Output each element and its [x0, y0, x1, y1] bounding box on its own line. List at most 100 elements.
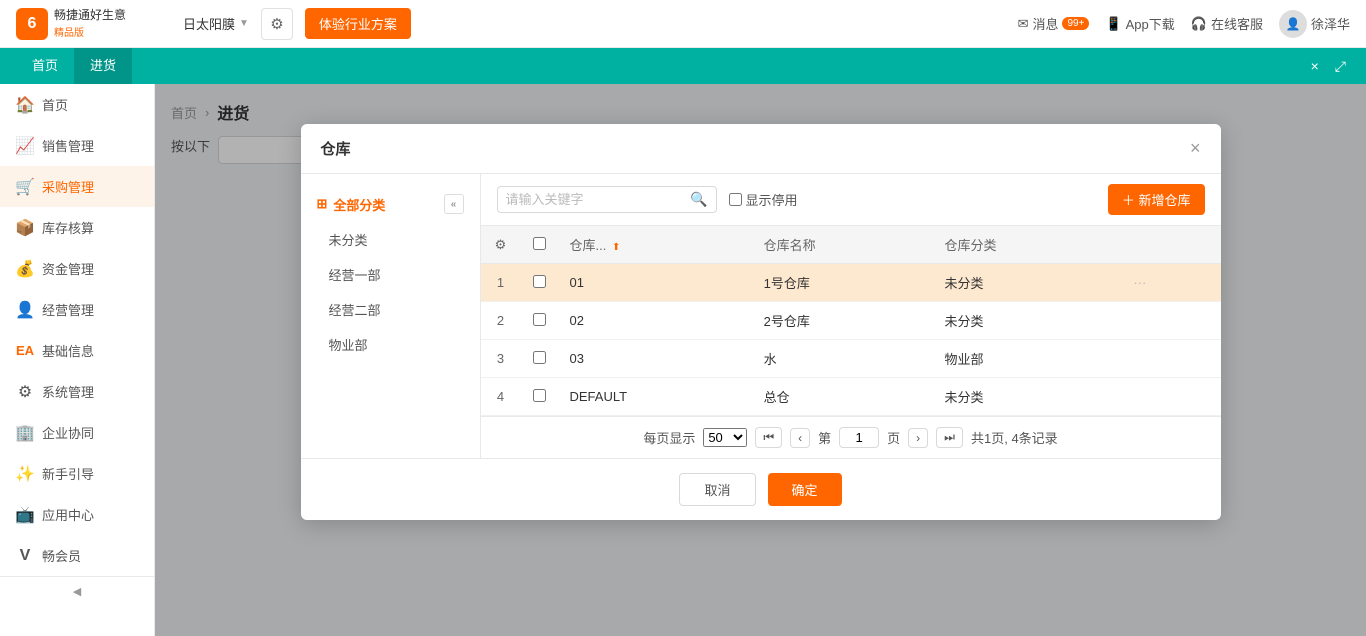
purchase-icon: 🛒 — [16, 178, 34, 196]
grid-icon: ⊞ — [317, 196, 328, 212]
nav-bar: 首页 进货 × ⤢ — [0, 48, 1366, 84]
category-property[interactable]: 物业部 — [301, 327, 480, 362]
first-page-button[interactable]: ⏮ — [755, 427, 782, 448]
per-page-label: 每页显示 — [643, 428, 695, 447]
sidebar-label-member: 畅会员 — [42, 546, 81, 565]
online-service-button[interactable]: 🎧 在线客服 — [1191, 14, 1263, 33]
row-checkbox[interactable] — [533, 351, 546, 364]
search-icon[interactable]: 🔍 — [690, 191, 707, 208]
modal-body: ⊞ 全部分类 « 未分类 经营一部 经营二部 物业部 — [301, 174, 1221, 458]
sidebar-item-enterprise[interactable]: 🏢 企业协同 — [0, 412, 154, 453]
message-badge: 99+ — [1062, 17, 1089, 30]
sidebar-item-guide[interactable]: ✨ 新手引导 — [0, 453, 154, 494]
row-check[interactable] — [521, 340, 558, 378]
modal-toolbar: 🔍 显示停用 ＋ 新增仓库 — [481, 174, 1221, 226]
select-all-checkbox[interactable] — [533, 237, 546, 250]
row-actions: ··· — [1113, 264, 1220, 302]
col-actions — [1113, 226, 1220, 264]
sidebar-label-basic: 基础信息 — [42, 341, 94, 360]
sidebar-item-finance[interactable]: 💰 资金管理 — [0, 248, 154, 289]
pagination: 每页显示 50 10 20 100 ⏮ ‹ 第 页 — [481, 416, 1221, 458]
show-disabled-label: 显示停用 — [746, 190, 798, 209]
cancel-button[interactable]: 取消 — [679, 473, 755, 506]
row-category: 未分类 — [932, 378, 1113, 416]
guide-icon: ✨ — [16, 465, 34, 483]
table-row: 3 03 水 物业部 — [481, 340, 1221, 378]
sidebar-item-purchase[interactable]: 🛒 采购管理 — [0, 166, 154, 207]
app-download-button[interactable]: 📱 App下载 — [1105, 14, 1174, 33]
row-name: 水 — [752, 340, 933, 378]
col-name-label: 仓库名称 — [764, 238, 816, 253]
system-icon: ⚙ — [16, 383, 34, 401]
row-num: 2 — [481, 302, 521, 340]
nav-tab-home[interactable]: 首页 — [16, 48, 74, 84]
all-categories[interactable]: ⊞ 全部分类 « — [301, 186, 480, 222]
category-ops2[interactable]: 经营二部 — [301, 292, 480, 327]
per-page-select[interactable]: 50 10 20 100 — [703, 428, 747, 447]
sidebar-item-operation[interactable]: 👤 经营管理 — [0, 289, 154, 330]
col-gear[interactable]: ⚙ — [481, 226, 521, 264]
nav-tab-purchase[interactable]: 进货 — [74, 48, 132, 84]
headset-icon: 🎧 — [1191, 16, 1207, 32]
show-disabled-checkbox[interactable] — [729, 193, 742, 206]
row-checkbox[interactable] — [533, 389, 546, 402]
modal-close-button[interactable]: × — [1190, 138, 1201, 159]
experience-button[interactable]: 体验行业方案 — [305, 8, 411, 39]
home-icon: 🏠 — [16, 96, 34, 114]
chevron-down-icon: ▼ — [239, 18, 249, 29]
sidebar-label-home: 首页 — [42, 95, 68, 114]
logo-name: 畅捷通好生意 — [54, 8, 126, 24]
main-layout: 🏠 首页 📈 销售管理 🛒 采购管理 📦 库存核算 💰 资金管理 👤 经营管理 … — [0, 84, 1366, 636]
row-code: DEFAULT — [558, 378, 752, 416]
sidebar-item-appcenter[interactable]: 📺 应用中心 — [0, 494, 154, 535]
category-ops1[interactable]: 经营一部 — [301, 257, 480, 292]
sidebar-label-sales: 销售管理 — [42, 136, 94, 155]
settings-icon[interactable]: ⚙ — [261, 8, 293, 40]
next-page-button[interactable]: › — [908, 428, 928, 448]
sidebar-label-operation: 经营管理 — [42, 300, 94, 319]
store-selector[interactable]: 日太阳膜 ▼ — [183, 14, 249, 33]
message-label: 消息 — [1032, 14, 1058, 33]
nav-close-icon[interactable]: × — [1307, 54, 1323, 78]
row-category: 物业部 — [932, 340, 1113, 378]
search-input[interactable] — [506, 192, 685, 207]
app-download-label: App下载 — [1126, 14, 1175, 33]
sidebar-item-member[interactable]: V 畅会员 — [0, 535, 154, 576]
col-check[interactable] — [521, 226, 558, 264]
col-category-label: 仓库分类 — [944, 238, 996, 253]
sidebar-expand-btn[interactable]: ◀ — [0, 576, 154, 606]
last-page-button[interactable]: ⏭ — [936, 427, 963, 448]
sidebar-item-sales[interactable]: 📈 销售管理 — [0, 125, 154, 166]
more-actions-icon[interactable]: ··· — [1133, 275, 1146, 290]
page-input[interactable] — [839, 427, 879, 448]
row-checkbox[interactable] — [533, 313, 546, 326]
row-check[interactable] — [521, 264, 558, 302]
messages-button[interactable]: ✉ 消息 99+ — [1018, 14, 1090, 33]
sidebar-item-inventory[interactable]: 📦 库存核算 — [0, 207, 154, 248]
row-check[interactable] — [521, 378, 558, 416]
row-code: 02 — [558, 302, 752, 340]
user-menu[interactable]: 👤 徐泽华 — [1279, 10, 1350, 38]
row-actions — [1113, 378, 1220, 416]
row-checkbox[interactable] — [533, 275, 546, 288]
sidebar-item-basic[interactable]: EA 基础信息 — [0, 330, 154, 371]
category-unclassified[interactable]: 未分类 — [301, 222, 480, 257]
modal-footer: 取消 确定 — [301, 458, 1221, 520]
col-code[interactable]: 仓库... ⬆ — [558, 226, 752, 264]
confirm-button[interactable]: 确定 — [768, 473, 842, 506]
collapse-button[interactable]: « — [444, 194, 464, 214]
header-right: ✉ 消息 99+ 📱 App下载 🎧 在线客服 👤 徐泽华 — [1018, 10, 1350, 38]
add-warehouse-button[interactable]: ＋ 新增仓库 — [1108, 184, 1205, 215]
show-disabled-toggle[interactable]: 显示停用 — [729, 190, 798, 209]
table-row: 1 01 1号仓库 未分类 ··· — [481, 264, 1221, 302]
sidebar-item-home[interactable]: 🏠 首页 — [0, 84, 154, 125]
row-check[interactable] — [521, 302, 558, 340]
sidebar-item-system[interactable]: ⚙ 系统管理 — [0, 371, 154, 412]
row-name: 总仓 — [752, 378, 933, 416]
table-row: 4 DEFAULT 总仓 未分类 — [481, 378, 1221, 416]
col-code-label: 仓库... — [570, 238, 607, 253]
sidebar-label-guide: 新手引导 — [42, 464, 94, 483]
prev-page-button[interactable]: ‹ — [790, 428, 810, 448]
nav-expand-icon[interactable]: ⤢ — [1331, 54, 1350, 79]
row-num: 1 — [481, 264, 521, 302]
